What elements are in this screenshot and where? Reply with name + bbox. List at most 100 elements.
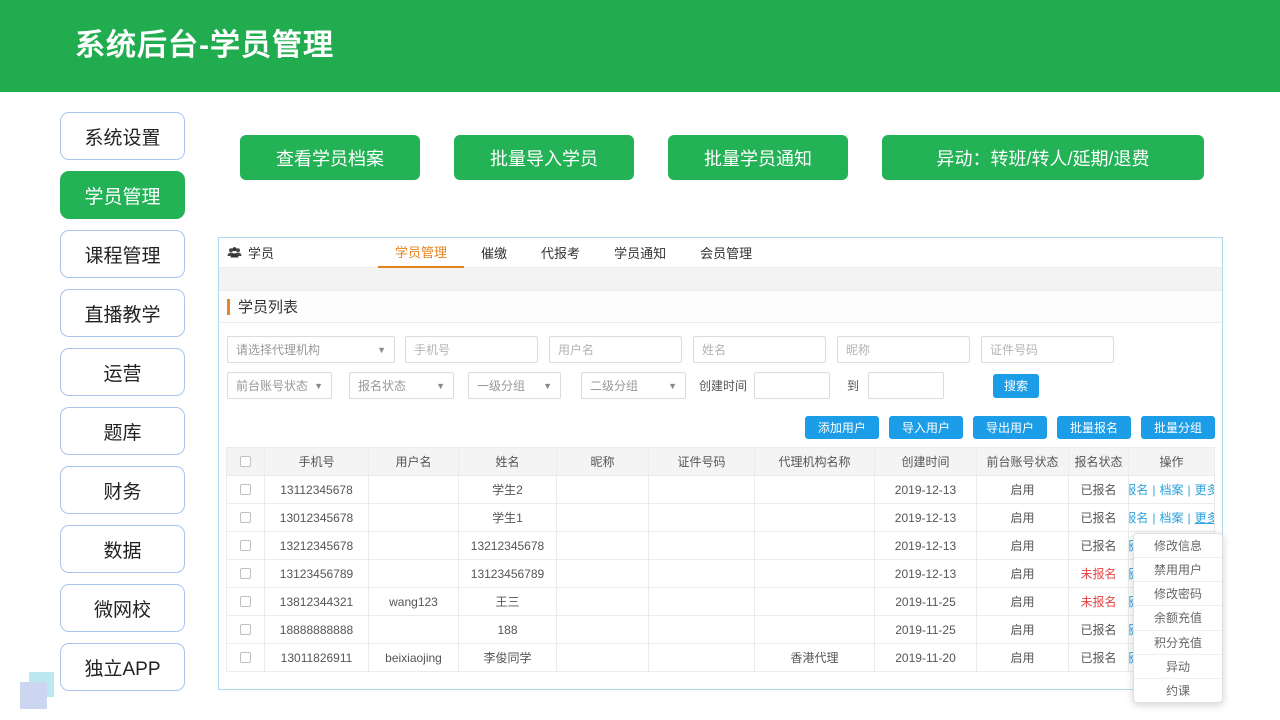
signup-link[interactable]: 报名 [1129, 509, 1148, 526]
row-checkbox[interactable] [240, 624, 251, 635]
col-header-created: 创建时间 [875, 448, 977, 475]
menu-item-change-password[interactable]: 修改密码 [1134, 581, 1222, 605]
account-status-select[interactable]: 前台账号状态 ▼ [227, 372, 332, 399]
table-row: 13123456789 13123456789 2019-12-13 启用 未报… [227, 560, 1214, 588]
chevron-down-icon: ▼ [668, 381, 677, 391]
batch-student-notify-button[interactable]: 批量学员通知 [668, 135, 848, 180]
sidebar-item-data[interactable]: 数据 [60, 525, 185, 573]
archive-link[interactable]: 档案 [1160, 481, 1184, 498]
row-checkbox[interactable] [240, 512, 251, 523]
signup-link[interactable]: 报名 [1129, 481, 1148, 498]
phone-input[interactable] [405, 336, 538, 363]
created-time-label: 创建时间 [699, 377, 747, 394]
tab-bar: 学员 学员管理 催缴 代报考 学员通知 会员管理 [219, 238, 1222, 268]
table-header-row: 手机号 用户名 姓名 昵称 证件号码 代理机构名称 创建时间 前台账号状态 报名… [227, 448, 1214, 476]
section-title-row: 学员列表 [219, 291, 1222, 323]
nickname-input[interactable] [837, 336, 970, 363]
add-user-button[interactable]: 添加用户 [805, 416, 879, 439]
table-row: 13012345678 学生1 2019-12-13 启用 已报名 报名|档案|… [227, 504, 1214, 532]
filter-row-1: 请选择代理机构 ▼ [227, 336, 1214, 363]
row-checkbox[interactable] [240, 596, 251, 607]
menu-item-edit-info[interactable]: 修改信息 [1134, 534, 1222, 557]
view-student-archive-button[interactable]: 查看学员档案 [240, 135, 420, 180]
created-to-input[interactable] [868, 372, 944, 399]
archive-link[interactable]: 档案 [1160, 509, 1184, 526]
filter-row-2: 前台账号状态 ▼ 报名状态 ▼ 一级分组 ▼ 二级分组 ▼ 创建时间 到 搜索 [227, 372, 1214, 399]
export-users-button[interactable]: 导出用户 [973, 416, 1047, 439]
tab-payment-reminder[interactable]: 催缴 [464, 238, 524, 268]
sidebar-item-question-bank[interactable]: 题库 [60, 407, 185, 455]
sidebar-item-student-management[interactable]: 学员管理 [60, 171, 185, 219]
menu-item-disable-user[interactable]: 禁用用户 [1134, 557, 1222, 581]
table-row: 13212345678 13212345678 2019-12-13 启用 已报… [227, 532, 1214, 560]
decoration-lavender-square [20, 682, 47, 709]
chevron-down-icon: ▼ [314, 381, 323, 391]
batch-import-students-button[interactable]: 批量导入学员 [454, 135, 634, 180]
username-input[interactable] [549, 336, 682, 363]
row-checkbox[interactable] [240, 652, 251, 663]
sidebar-item-micro-school[interactable]: 微网校 [60, 584, 185, 632]
idcard-input[interactable] [981, 336, 1114, 363]
to-label: 到 [847, 377, 859, 394]
menu-item-change[interactable]: 异动 [1134, 654, 1222, 678]
orange-accent-bar [227, 299, 230, 315]
menu-item-points-recharge[interactable]: 积分充值 [1134, 630, 1222, 654]
students-table: 手机号 用户名 姓名 昵称 证件号码 代理机构名称 创建时间 前台账号状态 报名… [226, 447, 1215, 672]
level2-group-select[interactable]: 二级分组 ▼ [581, 372, 686, 399]
sidebar-item-live-teaching[interactable]: 直播教学 [60, 289, 185, 337]
student-panel: 学员 学员管理 催缴 代报考 学员通知 会员管理 学员列表 请选择代理机构 ▼ [218, 237, 1223, 690]
tabs: 学员管理 催缴 代报考 学员通知 会员管理 [378, 238, 769, 268]
students-group-icon [227, 247, 242, 259]
col-header-username: 用户名 [369, 448, 459, 475]
more-link[interactable]: 更多 [1195, 481, 1214, 498]
table-row: 13812344321 wang123 王三 2019-11-25 启用 未报名… [227, 588, 1214, 616]
divider-strip [219, 268, 1222, 291]
sidebar-item-system-settings[interactable]: 系统设置 [60, 112, 185, 160]
row-checkbox[interactable] [240, 484, 251, 495]
batch-signup-button[interactable]: 批量报名 [1057, 416, 1131, 439]
change-transfer-delay-refund-button[interactable]: 异动：转班/转人/延期/退费 [882, 135, 1204, 180]
menu-item-balance-recharge[interactable]: 余额充值 [1134, 605, 1222, 629]
col-header-name: 姓名 [459, 448, 557, 475]
agency-select[interactable]: 请选择代理机构 ▼ [227, 336, 395, 363]
row-checkbox[interactable] [240, 540, 251, 551]
table-row: 13011826911 beixiaojing 李俊同学 香港代理 2019-1… [227, 644, 1214, 672]
top-banner: 系统后台-学员管理 [0, 0, 1280, 92]
batch-group-button[interactable]: 批量分组 [1141, 416, 1215, 439]
signup-status-red: 未报名 [1069, 588, 1129, 615]
tab-student-notice[interactable]: 学员通知 [597, 238, 683, 268]
signup-status-select[interactable]: 报名状态 ▼ [349, 372, 454, 399]
col-header-nickname: 昵称 [557, 448, 649, 475]
menu-item-book-lesson[interactable]: 约课 [1134, 678, 1222, 702]
sidebar-item-operations[interactable]: 运营 [60, 348, 185, 396]
col-header-operations: 操作 [1129, 448, 1214, 475]
module-label: 学员 [227, 243, 274, 262]
page-title: 系统后台-学员管理 [0, 0, 1280, 92]
created-from-input[interactable] [754, 372, 830, 399]
tab-student-management[interactable]: 学员管理 [378, 238, 464, 268]
chevron-down-icon: ▼ [543, 381, 552, 391]
search-button[interactable]: 搜索 [993, 374, 1039, 398]
table-row: 13112345678 学生2 2019-12-13 启用 已报名 报名|档案|… [227, 476, 1214, 504]
col-header-signup-status: 报名状态 [1069, 448, 1129, 475]
sidebar-item-standalone-app[interactable]: 独立APP [60, 643, 185, 691]
level1-group-select[interactable]: 一级分组 ▼ [468, 372, 561, 399]
section-title: 学员列表 [238, 296, 298, 317]
signup-status-red: 未报名 [1069, 560, 1129, 587]
col-header-idcard: 证件号码 [649, 448, 755, 475]
sidebar-item-finance[interactable]: 财务 [60, 466, 185, 514]
tab-exam-registration[interactable]: 代报考 [524, 238, 597, 268]
table-actions-row: 添加用户 导入用户 导出用户 批量报名 批量分组 [219, 416, 1222, 439]
tab-member-management[interactable]: 会员管理 [683, 238, 769, 268]
col-header-phone: 手机号 [265, 448, 369, 475]
table-row: 18888888888 188 2019-11-25 启用 已报名 报名|档案|… [227, 616, 1214, 644]
more-link-hovered[interactable]: 更多 [1195, 509, 1214, 526]
chevron-down-icon: ▼ [377, 345, 386, 355]
import-users-button[interactable]: 导入用户 [889, 416, 963, 439]
select-all-checkbox[interactable] [240, 456, 251, 467]
name-input[interactable] [693, 336, 826, 363]
quick-actions-row: 查看学员档案 批量导入学员 批量学员通知 异动：转班/转人/延期/退费 [240, 135, 1204, 180]
filter-area: 请选择代理机构 ▼ 前台账号状态 ▼ 报名状态 ▼ 一级分组 ▼ 二级 [219, 323, 1222, 399]
sidebar-item-course-management[interactable]: 课程管理 [60, 230, 185, 278]
row-checkbox[interactable] [240, 568, 251, 579]
